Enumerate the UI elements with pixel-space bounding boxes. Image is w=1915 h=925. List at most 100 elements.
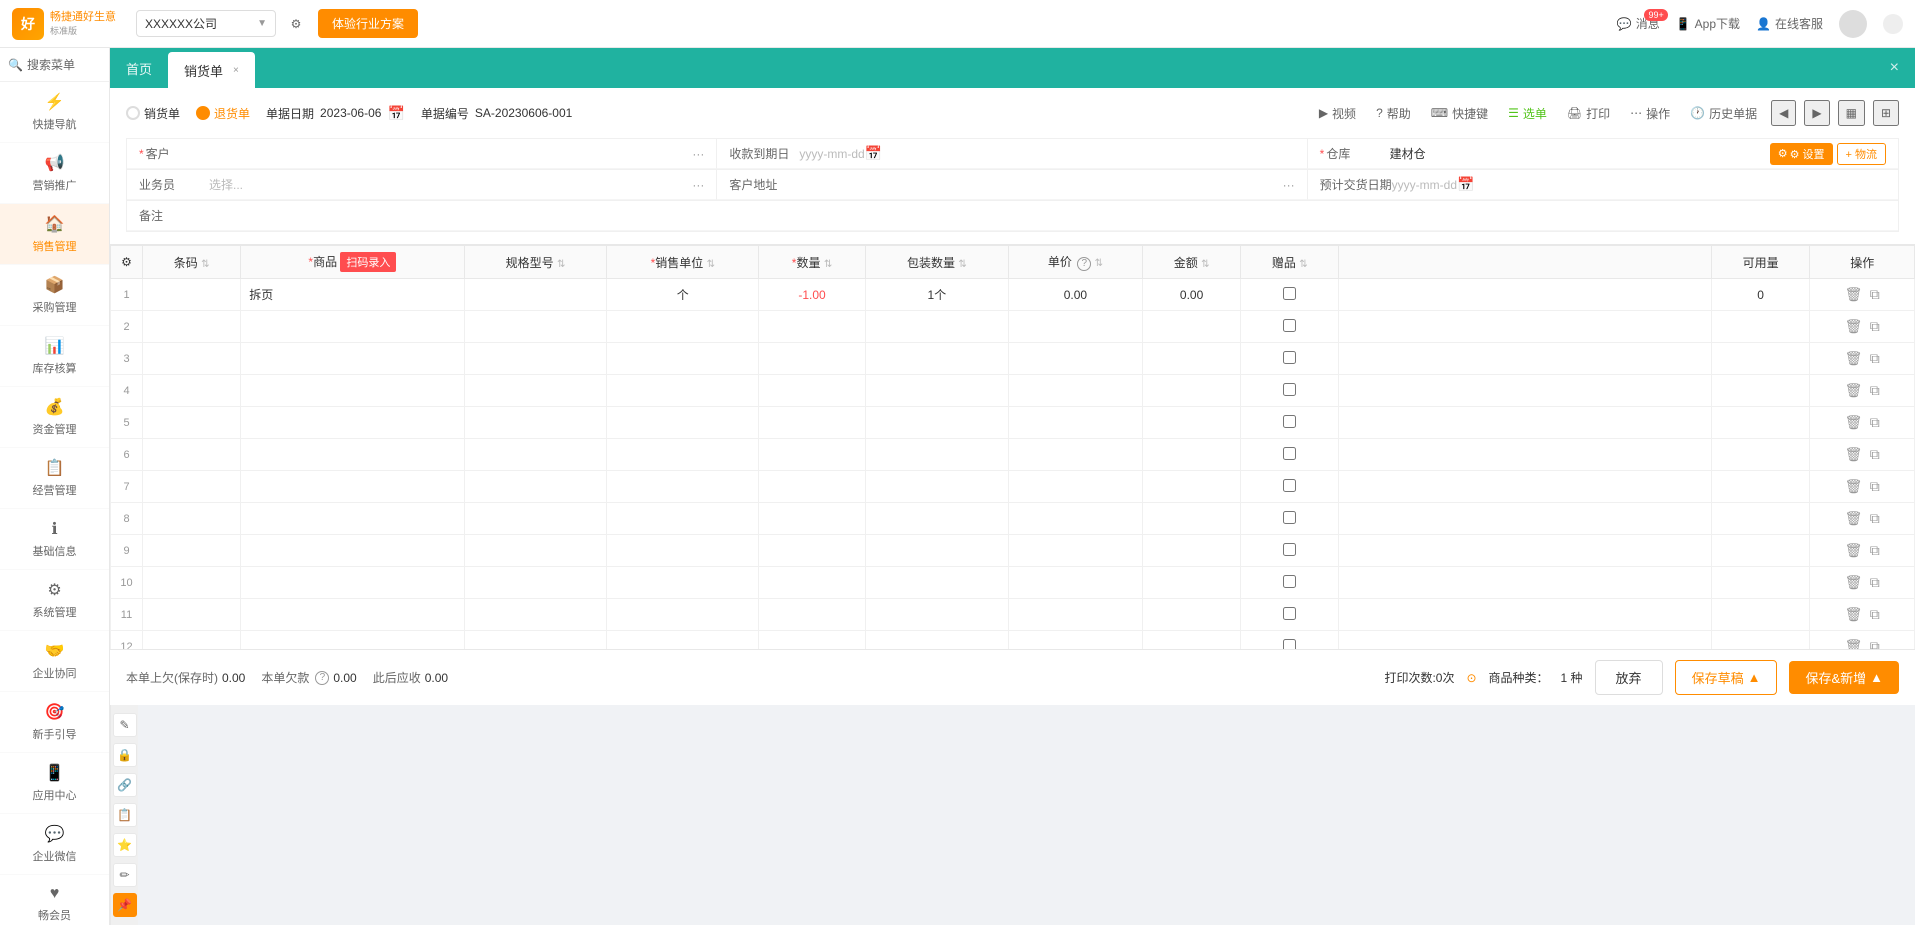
barcode-cell[interactable]	[143, 471, 241, 503]
unit-price-cell[interactable]	[1008, 471, 1142, 503]
barcode-cell[interactable]	[143, 599, 241, 631]
sidebar-item-app-center[interactable]: 📱 应用中心	[0, 753, 109, 814]
search-menu-button[interactable]: 🔍 搜索菜单	[0, 48, 109, 82]
copy-row-btn[interactable]: ⧉	[1868, 412, 1882, 433]
qty-cell[interactable]	[759, 375, 866, 407]
delete-row-btn[interactable]: 🗑	[1843, 508, 1865, 529]
pkg-qty-cell[interactable]	[865, 503, 1008, 535]
barcode-cell[interactable]	[143, 567, 241, 599]
prev-record-btn[interactable]: ◀	[1771, 100, 1796, 126]
unit-price-cell[interactable]	[1008, 567, 1142, 599]
amount-cell[interactable]	[1143, 439, 1241, 471]
unit-price-cell[interactable]	[1008, 599, 1142, 631]
right-panel-btn-2[interactable]: 🔒	[113, 743, 137, 767]
copy-row-btn[interactable]: ⧉	[1868, 444, 1882, 465]
spec-cell[interactable]	[464, 535, 607, 567]
gift-cell[interactable]	[1241, 279, 1339, 311]
copy-row-btn[interactable]: ⧉	[1868, 572, 1882, 593]
delete-row-btn[interactable]: 🗑	[1843, 604, 1865, 625]
pkg-qty-cell[interactable]	[865, 471, 1008, 503]
logistics-button[interactable]: + 物流	[1837, 143, 1886, 165]
amount-cell[interactable]	[1143, 631, 1241, 650]
qty-cell[interactable]	[759, 343, 866, 375]
pkg-qty-cell[interactable]	[865, 311, 1008, 343]
sidebar-item-corp-collab[interactable]: 🤝 企业协同	[0, 631, 109, 692]
notes-input[interactable]	[209, 209, 1886, 223]
salesperson-input[interactable]: 选择...	[209, 176, 243, 193]
unit-price-help-icon[interactable]: ?	[1077, 257, 1091, 271]
spec-cell[interactable]	[464, 311, 607, 343]
qty-cell[interactable]	[759, 535, 866, 567]
qty-cell[interactable]	[759, 631, 866, 650]
product-cell[interactable]	[241, 439, 464, 471]
unit-price-cell[interactable]	[1008, 407, 1142, 439]
unit-price-cell[interactable]	[1008, 535, 1142, 567]
tab-close-icon[interactable]: ×	[233, 65, 239, 76]
delete-row-btn[interactable]: 🗑	[1843, 572, 1865, 593]
pkg-qty-cell[interactable]	[865, 631, 1008, 650]
amount-cell[interactable]	[1143, 471, 1241, 503]
pkg-qty-cell[interactable]	[865, 375, 1008, 407]
pkg-qty-cell[interactable]	[865, 535, 1008, 567]
operation-btn[interactable]: ⋯ 操作	[1624, 101, 1676, 126]
product-cell[interactable]	[241, 375, 464, 407]
right-panel-btn-1[interactable]: ✎	[113, 713, 137, 737]
experience-button[interactable]: 体验行业方案	[318, 9, 418, 38]
user-avatar[interactable]	[1839, 10, 1867, 38]
calendar-icon[interactable]: 📅	[387, 105, 404, 122]
right-panel-btn-5[interactable]: ⭐	[113, 833, 137, 857]
save-draft-button[interactable]: 保存草稿 ▲	[1675, 660, 1778, 695]
unit-price-cell[interactable]	[1008, 503, 1142, 535]
delete-row-btn[interactable]: 🗑	[1843, 636, 1865, 649]
product-cell[interactable]	[241, 311, 464, 343]
unit-price-cell[interactable]: 0.00	[1008, 279, 1142, 311]
gift-cell[interactable]	[1241, 407, 1339, 439]
unit-price-cell[interactable]	[1008, 311, 1142, 343]
spec-cell[interactable]	[464, 471, 607, 503]
right-panel-btn-4[interactable]: 📋	[113, 803, 137, 827]
spec-cell[interactable]	[464, 631, 607, 650]
product-cell[interactable]	[241, 407, 464, 439]
pkg-qty-cell[interactable]	[865, 343, 1008, 375]
print-btn[interactable]: 🖨 打印	[1561, 101, 1616, 126]
app-download-button[interactable]: 📱 App下载	[1676, 15, 1740, 32]
barcode-cell[interactable]	[143, 503, 241, 535]
unit-cell[interactable]	[607, 631, 759, 650]
copy-row-btn[interactable]: ⧉	[1868, 508, 1882, 529]
unit-cell[interactable]	[607, 311, 759, 343]
address-more-icon[interactable]: ···	[1283, 178, 1295, 192]
barcode-cell[interactable]	[143, 631, 241, 650]
spec-cell[interactable]	[464, 407, 607, 439]
gift-cell[interactable]	[1241, 311, 1339, 343]
sidebar-item-marketing[interactable]: 📢 营销推广	[0, 143, 109, 204]
amount-cell[interactable]	[1143, 567, 1241, 599]
scan-button[interactable]: 扫码录入	[340, 252, 396, 272]
product-cell[interactable]	[241, 567, 464, 599]
amount-cell[interactable]	[1143, 599, 1241, 631]
unit-price-cell[interactable]	[1008, 439, 1142, 471]
amount-cell[interactable]	[1143, 535, 1241, 567]
unit-cell[interactable]	[607, 343, 759, 375]
qty-cell[interactable]	[759, 439, 866, 471]
barcode-cell[interactable]	[143, 439, 241, 471]
help-btn[interactable]: ? 帮助	[1370, 101, 1417, 126]
spec-cell[interactable]	[464, 343, 607, 375]
pkg-qty-cell[interactable]	[865, 567, 1008, 599]
sidebar-item-inventory[interactable]: 📊 库存核算	[0, 326, 109, 387]
spec-cell[interactable]	[464, 375, 607, 407]
gift-cell[interactable]	[1241, 471, 1339, 503]
doc-number-value[interactable]: SA-20230606-001	[475, 106, 572, 120]
unit-cell[interactable]	[607, 567, 759, 599]
customer-more-icon[interactable]: ···	[692, 147, 704, 161]
copy-row-btn[interactable]: ⧉	[1868, 284, 1882, 305]
delete-row-btn[interactable]: 🗑	[1843, 380, 1865, 401]
delete-row-btn[interactable]: 🗑	[1843, 348, 1865, 369]
unit-cell[interactable]	[607, 407, 759, 439]
unit-cell[interactable]	[607, 375, 759, 407]
unit-cell[interactable]	[607, 503, 759, 535]
tab-home[interactable]: 首页	[110, 48, 168, 88]
sidebar-item-sys-mgmt[interactable]: ⚙ 系统管理	[0, 570, 109, 631]
delete-row-btn[interactable]: 🗑	[1843, 284, 1865, 305]
shortcut-btn[interactable]: ⌨ 快捷键	[1425, 101, 1494, 126]
unit-price-cell[interactable]	[1008, 375, 1142, 407]
